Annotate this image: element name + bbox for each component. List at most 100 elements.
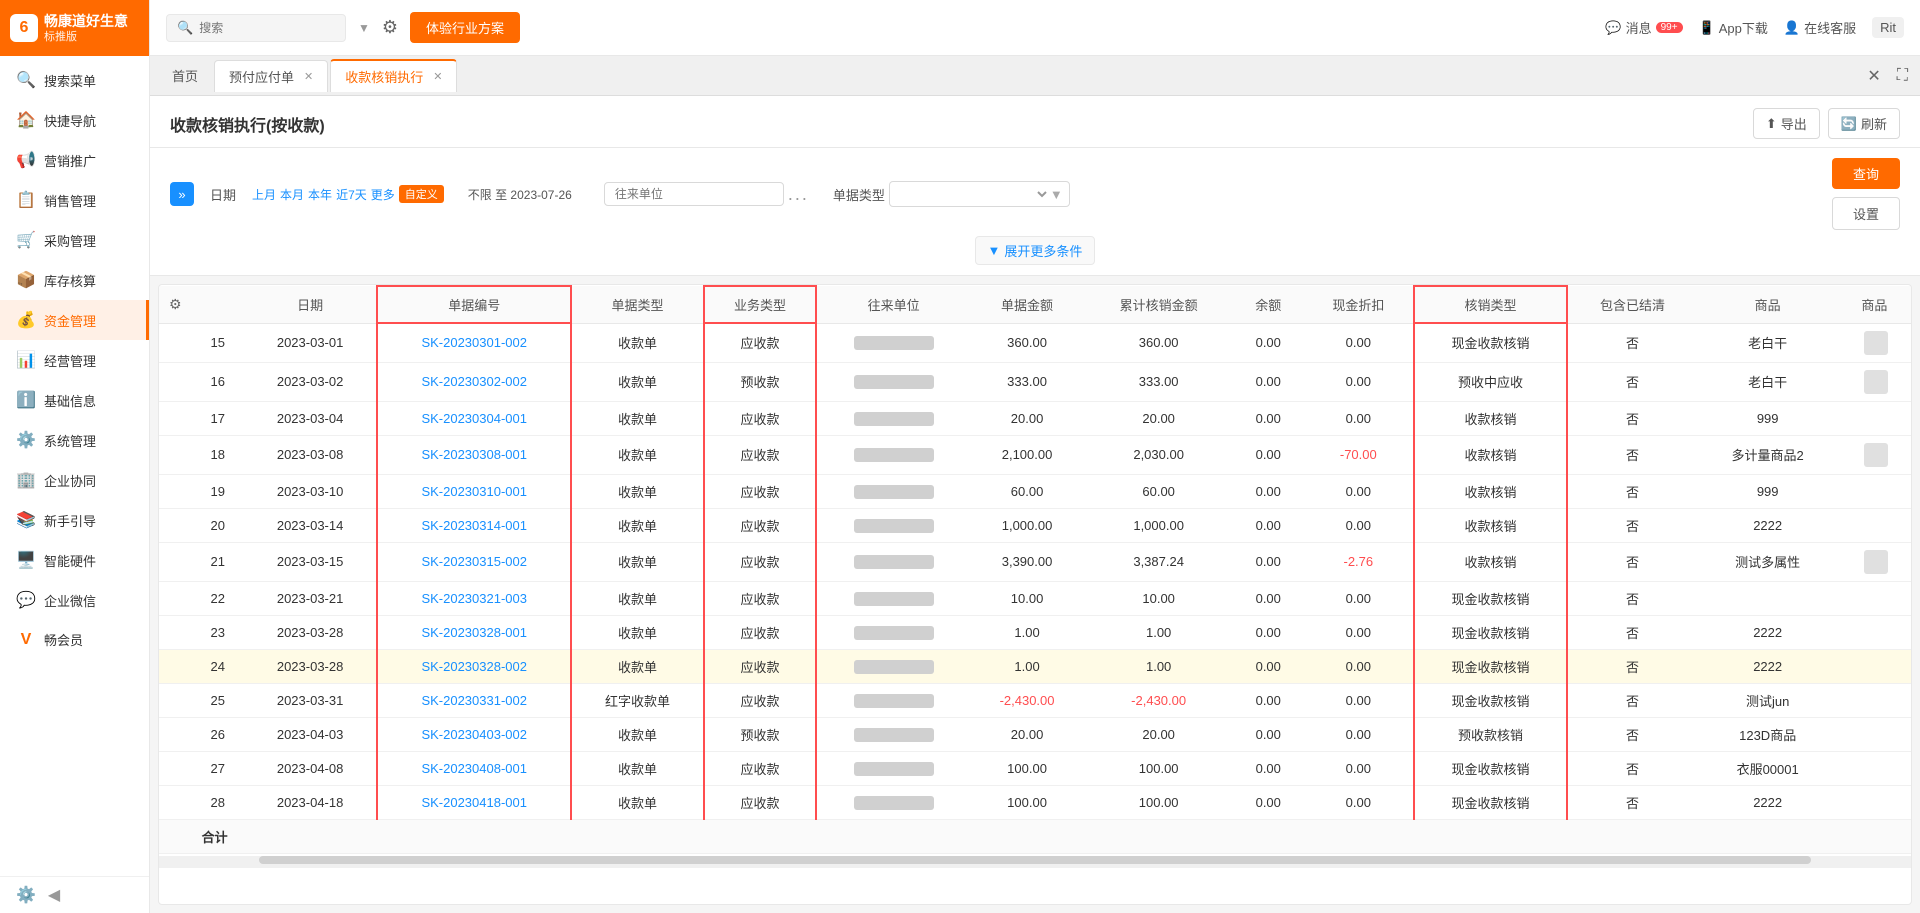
table-row: 18 2023-03-08 SK-20230308-001 收款单 应收款 2,… xyxy=(159,435,1911,474)
td-writeoff-type: 预收中应收 xyxy=(1414,362,1566,401)
td-include-settled: 否 xyxy=(1567,401,1698,435)
hardware-icon: 🖥️ xyxy=(16,550,36,570)
sidebar-item-basic[interactable]: ℹ️ 基础信息 xyxy=(0,380,149,420)
td-biz-type: 预收款 xyxy=(704,362,817,401)
topbar-search-input[interactable] xyxy=(199,21,329,35)
td-goods: 2222 xyxy=(1697,649,1837,683)
tab-expand-btn[interactable]: ⛶ xyxy=(1893,63,1912,89)
voucher-no-link[interactable]: SK-20230418-001 xyxy=(421,795,527,810)
sidebar-item-purchase[interactable]: 🛒 采购管理 xyxy=(0,220,149,260)
td-writeoff-amount: 2,030.00 xyxy=(1084,435,1233,474)
voucher-no-link[interactable]: SK-20230328-002 xyxy=(421,659,527,674)
horizontal-scrollbar[interactable] xyxy=(159,856,1911,868)
td-writeoff-amount: 3,387.24 xyxy=(1084,542,1233,581)
voucher-no-link[interactable]: SK-20230308-001 xyxy=(421,447,527,462)
sidebar-item-enterprise[interactable]: 🏢 企业协同 xyxy=(0,460,149,500)
footer-writeoff-amount xyxy=(1084,819,1233,853)
collapse-icon[interactable]: ◀ xyxy=(48,885,60,905)
voucher-no-link[interactable]: SK-20230331-002 xyxy=(421,693,527,708)
voucher-no-link[interactable]: SK-20230328-001 xyxy=(421,625,527,640)
gear-icon[interactable]: ⚙ xyxy=(169,296,182,312)
prepay-tab-close[interactable]: ✕ xyxy=(304,70,313,83)
sidebar-item-search[interactable]: 🔍 搜索菜单 xyxy=(0,60,149,100)
voucher-no-link[interactable]: SK-20230310-001 xyxy=(421,484,527,499)
home-tab-label: 首页 xyxy=(172,66,198,85)
voucher-no-link[interactable]: SK-20230301-002 xyxy=(421,335,527,350)
voucher-no-link[interactable]: SK-20230408-001 xyxy=(421,761,527,776)
sidebar-label-search: 搜索菜单 xyxy=(44,71,96,90)
online-service-item[interactable]: 👤 在线客服 xyxy=(1784,18,1856,37)
sidebar-item-guide[interactable]: 📚 新手引导 xyxy=(0,500,149,540)
query-button[interactable]: 查询 xyxy=(1832,158,1900,189)
settings-bottom-icon[interactable]: ⚙️ xyxy=(16,885,36,905)
sidebar-label-quick: 快捷导航 xyxy=(44,111,96,130)
sidebar-item-wechat[interactable]: 💬 企业微信 xyxy=(0,580,149,620)
td-balance: 0.00 xyxy=(1233,474,1303,508)
voucher-no-link[interactable]: SK-20230302-002 xyxy=(421,374,527,389)
voucher-no-link[interactable]: SK-20230314-001 xyxy=(421,518,527,533)
sidebar-item-finance[interactable]: 💰 资金管理 xyxy=(0,300,149,340)
date-custom-badge[interactable]: 自定义 xyxy=(399,185,444,203)
collection-tab-close[interactable]: ✕ xyxy=(433,70,442,83)
td-writeoff-type: 现金收款核销 xyxy=(1414,323,1566,362)
tab-home[interactable]: 首页 xyxy=(158,60,212,91)
th-settings[interactable]: ⚙ xyxy=(159,286,192,323)
app-download-item[interactable]: 📱 App下载 xyxy=(1699,18,1768,37)
td-settings xyxy=(159,401,192,435)
username-display[interactable]: Rit xyxy=(1872,17,1904,38)
td-writeoff-type: 现金收款核销 xyxy=(1414,751,1566,785)
tab-prepay[interactable]: 预付应付单 ✕ xyxy=(214,60,328,92)
industry-solution-button[interactable]: 体验行业方案 xyxy=(410,12,520,43)
scrollbar-thumb[interactable] xyxy=(259,856,1811,864)
filter-expand-button[interactable]: ▼ 展开更多条件 xyxy=(975,236,1096,265)
setting-button[interactable]: 设置 xyxy=(1832,197,1900,230)
td-goods-img xyxy=(1838,717,1911,751)
export-button[interactable]: ⬆ 导出 xyxy=(1753,108,1820,139)
logo-char: 6 xyxy=(20,19,29,37)
voucher-no-link[interactable]: SK-20230321-003 xyxy=(421,591,527,606)
sidebar-item-hardware[interactable]: 🖥️ 智能硬件 xyxy=(0,540,149,580)
tab-close-btn[interactable]: ✕ xyxy=(1863,62,1884,90)
td-include-settled: 否 xyxy=(1567,362,1698,401)
tab-collection[interactable]: 收款核销执行 ✕ xyxy=(330,59,457,92)
sidebar-label-guide: 新手引导 xyxy=(44,511,96,530)
th-voucher-type: 单据类型 xyxy=(571,286,703,323)
voucher-no-link[interactable]: SK-20230403-002 xyxy=(421,727,527,742)
td-include-settled: 否 xyxy=(1567,751,1698,785)
td-seq: 26 xyxy=(192,717,244,751)
topbar-dropdown-arrow[interactable]: ▼ xyxy=(358,21,370,35)
sidebar-item-inventory[interactable]: 📦 库存核算 xyxy=(0,260,149,300)
topbar-gear-icon[interactable]: ⚙ xyxy=(382,17,398,38)
date-last-month[interactable]: 上月 xyxy=(252,186,276,203)
td-amount: 60.00 xyxy=(970,474,1084,508)
search-menu-icon: 🔍 xyxy=(16,70,36,90)
refresh-button[interactable]: 🔄 刷新 xyxy=(1828,108,1900,139)
td-balance: 0.00 xyxy=(1233,751,1303,785)
date-more[interactable]: 更多 xyxy=(371,186,395,203)
date-this-month[interactable]: 本月 xyxy=(280,186,304,203)
filter-collapse-button[interactable]: » xyxy=(170,182,194,206)
td-settings xyxy=(159,581,192,615)
footer-total-label: 合计 xyxy=(192,819,378,853)
date-last-7days[interactable]: 近7天 xyxy=(336,186,367,203)
voucher-type-select[interactable] xyxy=(890,182,1050,206)
voucher-no-link[interactable]: SK-20230315-002 xyxy=(421,554,527,569)
sidebar-item-quick[interactable]: 🏠 快捷导航 xyxy=(0,100,149,140)
td-writeoff-amount: 1.00 xyxy=(1084,649,1233,683)
voucher-no-link[interactable]: SK-20230304-001 xyxy=(421,411,527,426)
topbar-search-box[interactable]: 🔍 xyxy=(166,14,346,42)
sidebar-item-system[interactable]: ⚙️ 系统管理 xyxy=(0,420,149,460)
date-this-year[interactable]: 本年 xyxy=(308,186,332,203)
td-goods-img xyxy=(1838,435,1911,474)
notification-item[interactable]: 💬 消息 99+ xyxy=(1605,18,1682,37)
counterparty-input[interactable] xyxy=(604,182,784,206)
td-counterparty xyxy=(816,508,970,542)
sidebar-item-marketing[interactable]: 📢 营销推广 xyxy=(0,140,149,180)
sidebar-item-member[interactable]: V 畅会员 xyxy=(0,620,149,659)
footer-amount xyxy=(970,819,1084,853)
sidebar-item-operations[interactable]: 📊 经营管理 xyxy=(0,340,149,380)
td-balance: 0.00 xyxy=(1233,615,1303,649)
th-include-settled: 包含已结清 xyxy=(1567,286,1698,323)
td-seq: 16 xyxy=(192,362,244,401)
sidebar-item-sales[interactable]: 📋 销售管理 xyxy=(0,180,149,220)
